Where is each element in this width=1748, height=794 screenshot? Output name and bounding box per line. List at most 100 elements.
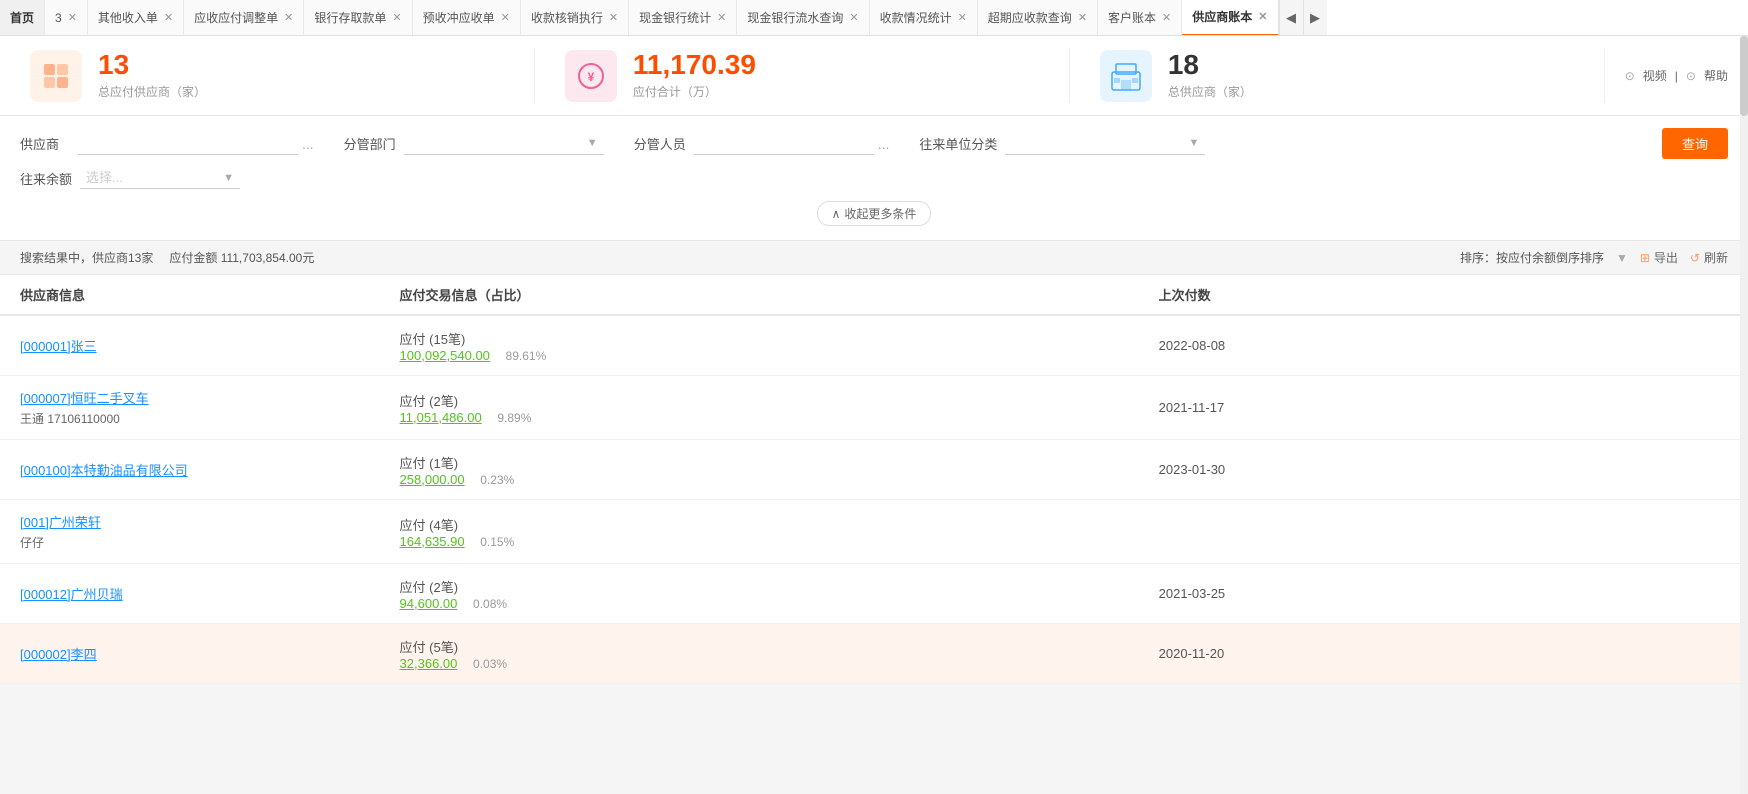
nav-tab-receipt-stat-label: 收款情况统计 — [880, 9, 952, 26]
help-link[interactable]: 帮助 — [1704, 67, 1728, 84]
last-pay-cell-5: 2020-11-20 — [1159, 646, 1728, 661]
supplier-cell-4: [000012]广州贝瑞 — [20, 584, 400, 603]
trans-amount-5[interactable]: 32,366.00 — [400, 656, 458, 671]
nav-tab-t3-close[interactable]: ✕ — [68, 11, 77, 24]
stat-total-suppliers-text: 18 总供应商（家） — [1168, 51, 1252, 100]
supplier-ellipsis-btn[interactable]: ... — [302, 136, 314, 152]
nav-tab-customer-account-close[interactable]: ✕ — [1162, 11, 1171, 24]
sort-label[interactable]: 排序：按应付余额倒序排序 — [1460, 249, 1604, 266]
nav-tab-cash-bank-stat-label: 现金银行统计 — [639, 9, 711, 26]
supplier-cell-3: [001]广州荣轩 仔仔 — [20, 512, 400, 551]
category-input[interactable] — [1011, 136, 1188, 151]
total-suppliers-icon — [1100, 50, 1152, 102]
supplier-link-5[interactable]: [000002]李四 — [20, 647, 97, 662]
trans-amount-3[interactable]: 164,635.90 — [400, 534, 465, 549]
supplier-link-1[interactable]: [000007]恒旺二手叉车 — [20, 391, 149, 406]
nav-tab-customer-account[interactable]: 客户账本 ✕ — [1098, 0, 1182, 36]
supplier-sub-3: 仔仔 — [20, 534, 400, 551]
dept-dropdown-icon[interactable]: ▼ — [587, 137, 598, 149]
last-pay-cell-1: 2021-11-17 — [1159, 400, 1728, 415]
top-right-links: ⊙ 视频 | ⊙ 帮助 — [1605, 48, 1748, 103]
sort-dropdown-icon[interactable]: ▼ — [1616, 251, 1628, 265]
nav-tab-cash-bank-stat[interactable]: 现金银行统计 ✕ — [629, 0, 737, 36]
nav-tab-other-income-close[interactable]: ✕ — [164, 11, 173, 24]
refresh-label: 刷新 — [1704, 249, 1728, 266]
nav-tab-overdue-query[interactable]: 超期应收款查询 ✕ — [978, 0, 1098, 36]
supplier-link-2[interactable]: [000100]本特勤油品有限公司 — [20, 463, 188, 478]
nav-tab-bank-deposit[interactable]: 银行存取款单 ✕ — [304, 0, 412, 36]
trans-amount-2[interactable]: 258,000.00 — [400, 472, 465, 487]
top-navigation: 首页 3 ✕ 其他收入单 ✕ 应收应付调整单 ✕ 银行存取款单 ✕ 预收冲应收单… — [0, 0, 1748, 36]
filter-row-1: 供应商 ... 分管部门 ▼ 分管人员 ... 往来单位分类 ▼ 查询 — [20, 128, 1728, 159]
stat-payable-suppliers-text: 13 总应付供应商（家） — [98, 51, 206, 100]
trans-amount-4[interactable]: 94,600.00 — [400, 596, 458, 611]
collapse-button[interactable]: ∧ 收起更多条件 — [817, 201, 932, 226]
supplier-link-0[interactable]: [000001]张三 — [20, 339, 97, 354]
nav-tab-receipt-verify-close[interactable]: ✕ — [609, 11, 618, 24]
col-header-last-pay: 上次付数 — [1159, 285, 1728, 304]
trans-percent-0: 89.61% — [506, 349, 547, 363]
person-input[interactable] — [694, 133, 874, 155]
nav-next-button[interactable]: ▶ — [1303, 0, 1327, 36]
category-select[interactable]: ▼ — [1005, 133, 1205, 155]
nav-tab-payable-adjust-close[interactable]: ✕ — [284, 11, 293, 24]
category-dropdown-icon[interactable]: ▼ — [1189, 137, 1200, 149]
search-button[interactable]: 查询 — [1662, 128, 1728, 159]
trans-percent-3: 0.15% — [480, 535, 514, 549]
nav-tab-receipt-stat[interactable]: 收款情况统计 ✕ — [870, 0, 978, 36]
nav-tab-home[interactable]: 首页 — [0, 0, 45, 36]
balance-input[interactable] — [86, 170, 223, 185]
supplier-link-3[interactable]: [001]广州荣轩 — [20, 515, 101, 530]
table-row: [000100]本特勤油品有限公司 应付 (1笔) 258,000.00 0.2… — [0, 440, 1748, 500]
supplier-input[interactable] — [78, 133, 298, 155]
nav-tab-customer-account-label: 客户账本 — [1108, 9, 1156, 26]
nav-tab-bank-deposit-close[interactable]: ✕ — [392, 11, 401, 24]
refresh-button[interactable]: ↺ 刷新 — [1690, 249, 1728, 266]
nav-prev-button[interactable]: ◀ — [1279, 0, 1303, 36]
nav-tab-cash-bank-stat-close[interactable]: ✕ — [717, 11, 726, 24]
nav-tab-payable-adjust[interactable]: 应收应付调整单 ✕ — [184, 0, 304, 36]
nav-tab-overdue-query-close[interactable]: ✕ — [1078, 11, 1087, 24]
nav-tab-supplier-account[interactable]: 供应商账本 ✕ — [1182, 0, 1278, 36]
nav-tab-t3[interactable]: 3 ✕ — [45, 0, 88, 36]
nav-tab-receipt-verify[interactable]: 收款核销执行 ✕ — [521, 0, 629, 36]
nav-tab-bank-deposit-label: 银行存取款单 — [314, 9, 386, 26]
scrollbar-thumb[interactable] — [1740, 36, 1748, 116]
balance-select[interactable]: ▼ — [80, 167, 240, 189]
trans-amount-1[interactable]: 11,051,486.00 — [400, 410, 482, 425]
trans-amount-0[interactable]: 100,092,540.00 — [400, 348, 490, 363]
balance-filter-label: 往来余额 — [20, 169, 72, 188]
link-separator: | — [1675, 69, 1678, 83]
supplier-link-4[interactable]: [000012]广州贝瑞 — [20, 587, 123, 602]
export-button[interactable]: ⊞ 导出 — [1640, 249, 1678, 266]
stat-block-payable-suppliers: 13 总应付供应商（家） — [0, 48, 535, 103]
table-row: [000012]广州贝瑞 应付 (2笔) 94,600.00 0.08% 202… — [0, 564, 1748, 624]
nav-tab-supplier-account-close[interactable]: ✕ — [1258, 10, 1267, 23]
nav-tab-other-income[interactable]: 其他收入单 ✕ — [88, 0, 184, 36]
nav-tab-prepay-verify-close[interactable]: ✕ — [501, 11, 510, 24]
transaction-cell-4: 应付 (2笔) 94,600.00 0.08% — [400, 577, 1159, 611]
last-pay-cell-4: 2021-03-25 — [1159, 586, 1728, 601]
person-filter-label: 分管人员 — [634, 134, 686, 153]
vertical-scrollbar[interactable] — [1740, 36, 1748, 794]
refresh-icon: ↺ — [1690, 251, 1700, 265]
last-pay-cell-2: 2023-01-30 — [1159, 462, 1728, 477]
balance-filter: 往来余额 ▼ — [20, 167, 240, 189]
nav-tab-cash-bank-flow[interactable]: 现金银行流水查询 ✕ — [737, 0, 869, 36]
nav-tab-cash-bank-flow-close[interactable]: ✕ — [849, 11, 858, 24]
table-header: 供应商信息 应付交易信息（占比） 上次付数 — [0, 275, 1748, 316]
dept-select[interactable]: ▼ — [404, 133, 604, 155]
nav-tab-prepay-verify[interactable]: 预收冲应收单 ✕ — [413, 0, 521, 36]
video-icon: ⊙ — [1625, 69, 1635, 83]
table-row: [000001]张三 应付 (15笔) 100,092,540.00 89.61… — [0, 316, 1748, 376]
payable-total-icon: ¥ — [565, 50, 617, 102]
balance-dropdown-icon[interactable]: ▼ — [223, 172, 234, 184]
video-link[interactable]: 视频 — [1643, 67, 1667, 84]
dept-input[interactable] — [410, 136, 587, 151]
stat-block-total-suppliers: 18 总供应商（家） — [1070, 48, 1605, 103]
trans-label-5: 应付 (5笔) — [400, 637, 1159, 656]
nav-tab-receipt-stat-close[interactable]: ✕ — [958, 11, 967, 24]
person-ellipsis-btn[interactable]: ... — [878, 136, 890, 152]
trans-label-2: 应付 (1笔) — [400, 453, 1159, 472]
result-bar: 搜索结果中，供应商13家 应付金额 111,703,854.00元 排序：按应付… — [0, 241, 1748, 275]
